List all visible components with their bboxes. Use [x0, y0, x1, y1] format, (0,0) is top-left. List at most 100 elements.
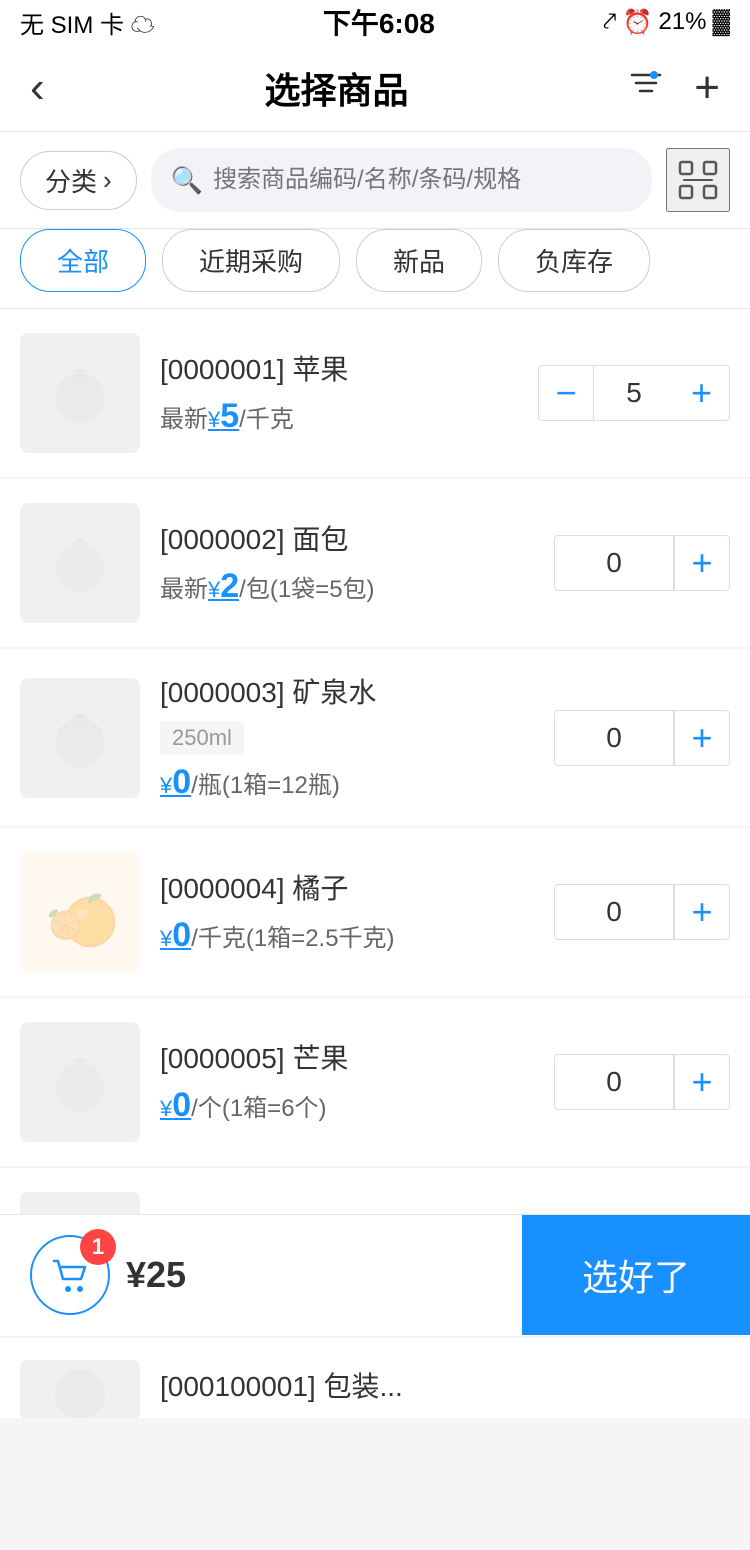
- quantity-input[interactable]: [554, 884, 674, 940]
- product-thumbnail: [20, 333, 140, 453]
- quantity-increase-button[interactable]: +: [674, 365, 730, 421]
- currency: ¥: [160, 773, 172, 798]
- product-name: [0000005] 芒果: [160, 1039, 534, 1078]
- quantity-increase-button[interactable]: +: [674, 1054, 730, 1110]
- table-row: [0000005] 芒果 ¥0 /个(1箱=6个) +: [0, 998, 750, 1166]
- table-row: [0000002] 面包 最新 ¥2 /包(1袋=5包) +: [0, 479, 750, 647]
- status-bar: 无 SIM 卡 ☁ 下午6:08 ⤤ ⏰ 21% ▓: [0, 0, 750, 44]
- product-thumbnail: [20, 1360, 140, 1418]
- sim-status: 无 SIM 卡 ☁: [20, 5, 155, 40]
- table-row: [000100001] 包装...: [0, 1338, 750, 1418]
- price-unit: /个(1箱=6个): [191, 1088, 326, 1123]
- category-button[interactable]: 分类 ›: [20, 151, 137, 210]
- battery-icon: ▓: [712, 8, 730, 36]
- location-icon: ⤤: [603, 8, 617, 36]
- tab-negative[interactable]: 负库存: [498, 229, 650, 292]
- cart-section: 1 ¥25: [0, 1235, 522, 1315]
- quantity-increase-button[interactable]: +: [674, 710, 730, 766]
- search-box: 🔍: [151, 148, 652, 212]
- product-thumbnail: [20, 852, 140, 972]
- cart-total: ¥25: [126, 1254, 186, 1296]
- product-price: 最新 ¥5 /千克: [160, 397, 518, 436]
- quantity-control: − +: [538, 365, 730, 421]
- search-icon: 🔍: [171, 165, 203, 196]
- alarm-icon: ⏰: [623, 8, 653, 37]
- product-info: [0000004] 橘子 ¥0 /千克(1箱=2.5千克): [160, 869, 534, 955]
- tab-row: 全部 近期采购 新品 负库存: [0, 229, 750, 309]
- quantity-input[interactable]: [594, 365, 674, 421]
- quantity-increase-button[interactable]: +: [674, 535, 730, 591]
- battery-level: 21%: [658, 8, 706, 36]
- price-unit: /包(1袋=5包): [239, 569, 374, 604]
- value: 5: [220, 397, 239, 435]
- product-thumbnail: [20, 503, 140, 623]
- tab-recent[interactable]: 近期采购: [162, 229, 340, 292]
- product-info: [0000005] 芒果 ¥0 /个(1箱=6个): [160, 1039, 534, 1125]
- quantity-control: +: [554, 710, 730, 766]
- price-value: ¥0: [160, 916, 191, 955]
- price-label: 最新: [160, 569, 208, 604]
- price-value: ¥5: [208, 397, 239, 436]
- quantity-control: +: [554, 1054, 730, 1110]
- category-arrow: ›: [103, 165, 112, 196]
- product-price: ¥0 /个(1箱=6个): [160, 1086, 534, 1125]
- quantity-input[interactable]: [554, 1054, 674, 1110]
- value: 0: [172, 916, 191, 954]
- scan-button[interactable]: [666, 148, 730, 212]
- tab-all[interactable]: 全部: [20, 229, 146, 292]
- filter-icon-button[interactable]: [628, 65, 664, 110]
- quantity-control: +: [554, 884, 730, 940]
- value: 0: [172, 763, 191, 801]
- search-input[interactable]: [213, 166, 632, 194]
- price-unit: /瓶(1箱=12瓶): [191, 765, 340, 800]
- price-label: 最新: [160, 399, 208, 434]
- quantity-decrease-button[interactable]: −: [538, 365, 594, 421]
- value: 2: [220, 567, 239, 605]
- product-spec: 250ml: [160, 721, 244, 755]
- quantity-input[interactable]: [554, 535, 674, 591]
- status-right: ⤤ ⏰ 21% ▓: [603, 8, 730, 37]
- value: 0: [172, 1086, 191, 1124]
- currency: ¥: [160, 926, 172, 951]
- price-unit: /千克: [239, 399, 294, 434]
- product-price: ¥0 /瓶(1箱=12瓶): [160, 763, 534, 802]
- nav-actions: +: [628, 63, 720, 113]
- price-unit: /千克(1箱=2.5千克): [191, 918, 394, 953]
- table-row: [0000004] 橘子 ¥0 /千克(1箱=2.5千克) +: [0, 828, 750, 996]
- product-price: 最新 ¥2 /包(1袋=5包): [160, 567, 534, 606]
- confirm-button[interactable]: 选好了: [522, 1215, 750, 1335]
- product-name: [000100001] 包装...: [160, 1367, 730, 1406]
- cart-icon-wrap[interactable]: 1: [30, 1235, 110, 1315]
- quantity-increase-button[interactable]: +: [674, 884, 730, 940]
- cart-badge: 1: [80, 1229, 116, 1265]
- currency: ¥: [208, 407, 220, 432]
- product-info: [0000002] 面包 最新 ¥2 /包(1袋=5包): [160, 520, 534, 606]
- product-name: [0000002] 面包: [160, 520, 534, 559]
- currency: ¥: [208, 577, 220, 602]
- bottom-bar: 1 ¥25 选好了: [0, 1214, 750, 1334]
- product-info: [0000003] 矿泉水 250ml ¥0 /瓶(1箱=12瓶): [160, 673, 534, 802]
- tab-new[interactable]: 新品: [356, 229, 482, 292]
- product-info: [000100001] 包装...: [160, 1367, 730, 1414]
- product-name: [0000004] 橘子: [160, 869, 534, 908]
- nav-bar: ‹ 选择商品 +: [0, 44, 750, 132]
- product-info: [0000001] 苹果 最新 ¥5 /千克: [160, 350, 518, 436]
- quantity-input[interactable]: [554, 710, 674, 766]
- quantity-control: +: [554, 535, 730, 591]
- table-row: [0000001] 苹果 最新 ¥5 /千克 − +: [0, 309, 750, 477]
- add-button[interactable]: +: [694, 63, 720, 113]
- price-value: ¥0: [160, 1086, 191, 1125]
- status-time: 下午6:08: [323, 2, 435, 42]
- product-price: ¥0 /千克(1箱=2.5千克): [160, 916, 534, 955]
- status-left: 无 SIM 卡 ☁: [20, 5, 155, 40]
- table-row: [0000003] 矿泉水 250ml ¥0 /瓶(1箱=12瓶) +: [0, 649, 750, 826]
- product-thumbnail: [20, 678, 140, 798]
- product-thumbnail: [20, 1022, 140, 1142]
- price-value: ¥2: [208, 567, 239, 606]
- page-title: 选择商品: [264, 62, 408, 114]
- product-name: [0000003] 矿泉水: [160, 673, 534, 712]
- filter-row: 分类 › 🔍: [0, 132, 750, 229]
- product-name: [0000001] 苹果: [160, 350, 518, 389]
- back-button[interactable]: ‹: [30, 63, 45, 113]
- category-label: 分类: [45, 162, 97, 199]
